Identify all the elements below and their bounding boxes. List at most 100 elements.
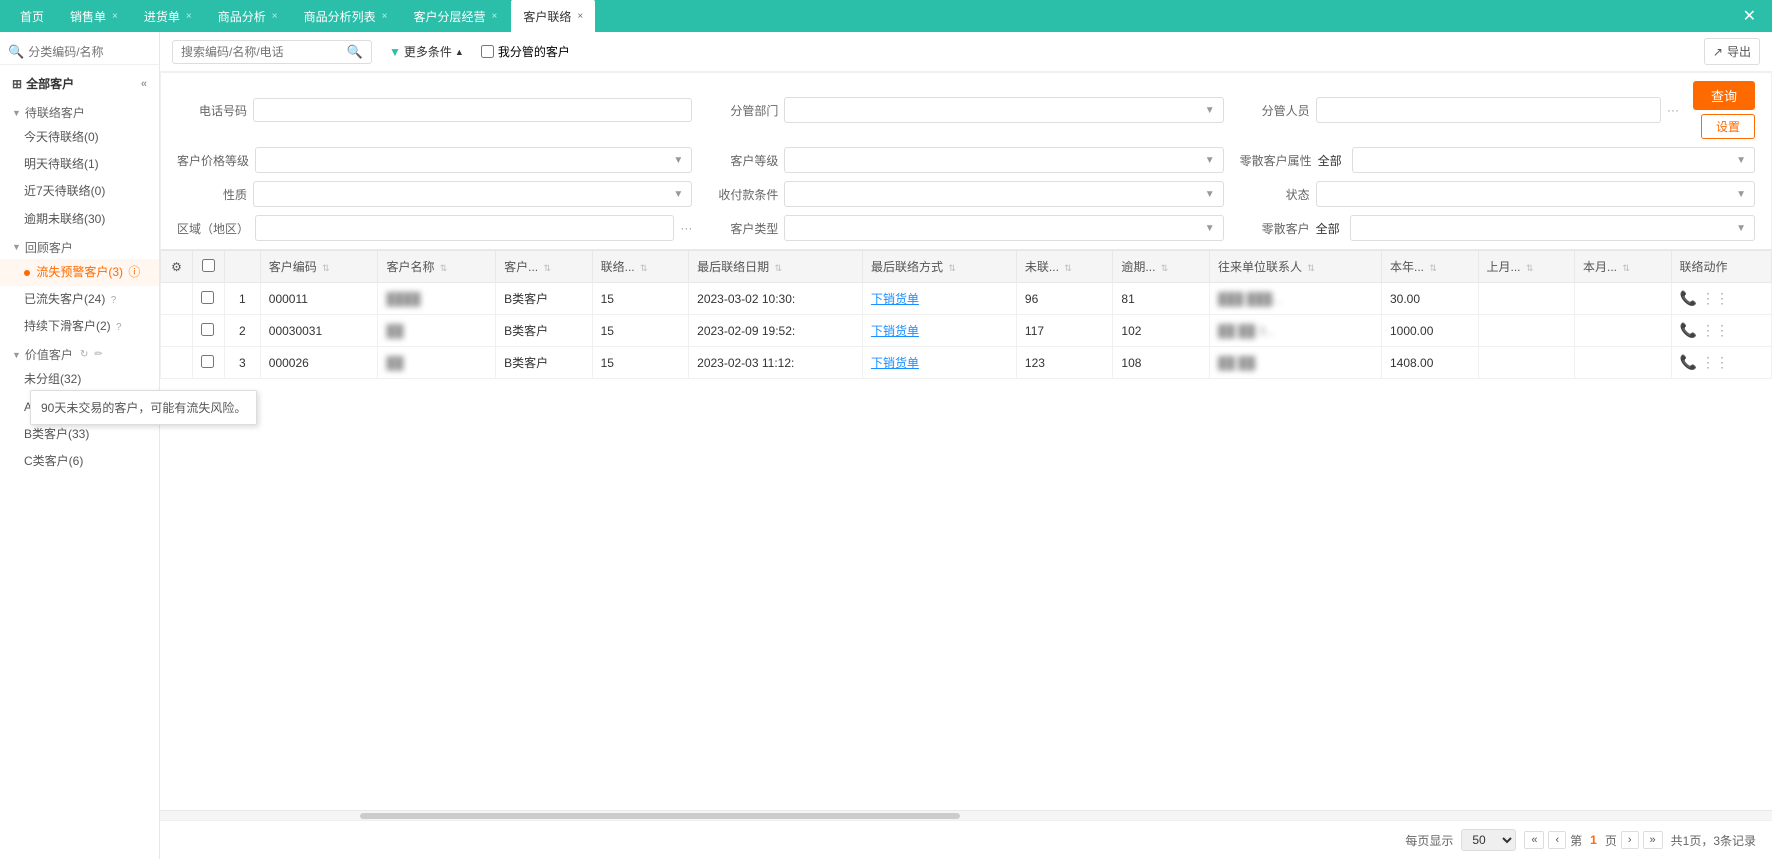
query-button[interactable]: 查询 [1693, 81, 1755, 110]
sidebar-item-week[interactable]: 近7天待联络(0) [0, 178, 159, 205]
th-unit-contact[interactable]: 往来单位联系人 ⇅ [1209, 251, 1381, 283]
select-all-checkbox[interactable] [202, 259, 215, 272]
row-checkbox-0[interactable] [201, 291, 214, 304]
my-customers-checkbox-area[interactable]: 我分管的客户 [481, 43, 570, 60]
tooltip-box: 90天未交易的客户，可能有流失风险。 [30, 390, 160, 425]
sidebar-item-already-lost[interactable]: 已流失客户(24) ? [0, 286, 159, 313]
cell-uncontacted-1: 117 [1016, 315, 1113, 347]
cell-check-0[interactable] [193, 283, 225, 315]
horizontal-scrollbar[interactable] [160, 810, 1772, 820]
customer-type-select[interactable]: ▼ [784, 215, 1223, 241]
close-all-button[interactable]: ✕ [1735, 6, 1764, 26]
sidebar-item-class-c[interactable]: C类客户(6) [0, 448, 159, 475]
sidebar-group-pending-contact[interactable]: ▼ 待联络客户 [0, 98, 159, 124]
toolbar-search-icon[interactable]: 🔍 [347, 44, 363, 60]
customer-grade-chevron: ▼ [1205, 155, 1215, 166]
refresh-icon[interactable]: ↻ [80, 349, 88, 360]
filter-icon: ▼ [389, 45, 401, 59]
sidebar-item-tomorrow[interactable]: 明天待联络(1) [0, 151, 159, 178]
prev-page-button[interactable]: ‹ [1548, 831, 1566, 849]
contact-icon-1[interactable]: 📞 [1680, 322, 1697, 339]
th-num [225, 251, 261, 283]
row-checkbox-2[interactable] [201, 355, 214, 368]
cell-last-contact-way-1[interactable]: 下销货单 [862, 315, 1016, 347]
per-page-select[interactable]: 50 100 200 [1461, 829, 1516, 851]
next-page-button[interactable]: › [1621, 831, 1639, 849]
phone-input[interactable] [253, 98, 692, 122]
cell-last-contact-way-2[interactable]: 下销货单 [862, 347, 1016, 379]
status-select[interactable]: ▼ [1316, 181, 1755, 207]
customer-tier-tab-close[interactable]: × [491, 11, 497, 22]
cell-action-1[interactable]: 📞 ⋮⋮ [1671, 315, 1771, 347]
last-page-button[interactable]: » [1643, 831, 1663, 849]
toolbar-search-input[interactable] [181, 45, 343, 59]
cell-settings-0 [161, 283, 193, 315]
cell-last-contact-way-0[interactable]: 下销货单 [862, 283, 1016, 315]
nav-tab-customer-tier[interactable]: 客户分层经营 × [401, 0, 509, 32]
staff-more-icon[interactable]: ··· [1667, 103, 1679, 117]
contact-icon-2[interactable]: 📞 [1680, 354, 1697, 371]
cell-action-2[interactable]: 📞 ⋮⋮ [1671, 347, 1771, 379]
product-analysis-table-tab-close[interactable]: × [382, 11, 388, 22]
sidebar-item-today[interactable]: 今天待联络(0) [0, 124, 159, 151]
edit-icon[interactable]: ✏ [94, 349, 102, 360]
nav-tab-product-analysis-table[interactable]: 商品分析列表 × [292, 0, 400, 32]
sidebar-item-churn-warning[interactable]: 流失预警客户(3) ⓘ [0, 259, 159, 286]
nav-tab-sales[interactable]: 销售单 × [58, 0, 130, 32]
th-settings[interactable]: ⚙ [161, 251, 193, 283]
th-last-contact-way[interactable]: 最后联络方式 ⇅ [862, 251, 1016, 283]
purchase-tab-close[interactable]: × [186, 11, 192, 22]
th-name[interactable]: 客户名称 ⇅ [378, 251, 496, 283]
nav-tab-customer-contact[interactable]: 客户联络 × [511, 0, 595, 32]
sales-tab-close[interactable]: × [112, 11, 118, 22]
pagination-nav: « ‹ 第 1 页 › » [1524, 831, 1662, 849]
cell-check-1[interactable] [193, 315, 225, 347]
more-action-icon-2[interactable]: ⋮⋮ [1701, 354, 1729, 371]
region-more-icon[interactable]: ··· [680, 221, 692, 235]
sidebar-item-downgrade[interactable]: 持续下滑客户(2) ? [0, 313, 159, 340]
product-analysis-tab-close[interactable]: × [272, 11, 278, 22]
staff-input-area[interactable] [1316, 97, 1661, 123]
th-code[interactable]: 客户编码 ⇅ [260, 251, 378, 283]
th-type[interactable]: 客户... ⇅ [496, 251, 593, 283]
sidebar-group-value-customers[interactable]: ▼ 价值客户 ↻ ✏ [0, 340, 159, 366]
row-checkbox-1[interactable] [201, 323, 214, 336]
customer-grade-select[interactable]: ▼ [784, 147, 1223, 173]
more-action-icon-1[interactable]: ⋮⋮ [1701, 322, 1729, 339]
export-button[interactable]: ↗ 导出 [1704, 38, 1760, 65]
payment-select[interactable]: ▼ [784, 181, 1223, 207]
sidebar-all-customers[interactable]: ⊞ 全部客户 « [0, 69, 159, 98]
nav-tab-product-analysis[interactable]: 商品分析 × [206, 0, 290, 32]
nav-tab-home[interactable]: 首页 [8, 0, 56, 32]
th-contact[interactable]: 联络... ⇅ [592, 251, 689, 283]
my-customers-checkbox[interactable] [481, 45, 494, 58]
cell-action-0[interactable]: 📞 ⋮⋮ [1671, 283, 1771, 315]
nav-tab-purchase[interactable]: 进货单 × [132, 0, 204, 32]
price-grade-select[interactable]: ▼ [255, 147, 692, 173]
more-conditions-button[interactable]: ▼ 更多条件 ▲ [380, 38, 473, 65]
th-this-year[interactable]: 本年... ⇅ [1381, 251, 1478, 283]
customer-contact-tab-close[interactable]: × [577, 11, 583, 22]
gender-select[interactable]: ▼ [253, 181, 692, 207]
question-icon: ? [111, 295, 117, 306]
cell-settings-1 [161, 315, 193, 347]
retail-attr-select[interactable]: ▼ [1352, 147, 1755, 173]
more-action-icon-0[interactable]: ⋮⋮ [1701, 290, 1729, 307]
sidebar-search-input[interactable] [28, 45, 160, 59]
contact-icon-0[interactable]: 📞 [1680, 290, 1697, 307]
first-page-button[interactable]: « [1524, 831, 1544, 849]
dept-select[interactable]: ▼ [784, 97, 1223, 123]
sidebar-group-lost-customers[interactable]: ▼ 回顾客户 [0, 233, 159, 259]
th-overdue[interactable]: 逾期... ⇅ [1113, 251, 1210, 283]
horizontal-scroll-thumb[interactable] [360, 813, 960, 819]
th-last-month[interactable]: 上月... ⇅ [1478, 251, 1575, 283]
sidebar-item-overdue[interactable]: 逾期未联络(30) [0, 206, 159, 233]
settings-button[interactable]: 设置 [1701, 114, 1755, 139]
th-this-month[interactable]: 本月... ⇅ [1575, 251, 1672, 283]
th-uncontacted[interactable]: 未联... ⇅ [1016, 251, 1113, 283]
th-last-contact-date[interactable]: 最后联络日期 ⇅ [689, 251, 863, 283]
th-check[interactable] [193, 251, 225, 283]
retail-customer-select[interactable]: ▼ [1350, 215, 1755, 241]
cell-check-2[interactable] [193, 347, 225, 379]
region-input-area[interactable] [255, 215, 674, 241]
